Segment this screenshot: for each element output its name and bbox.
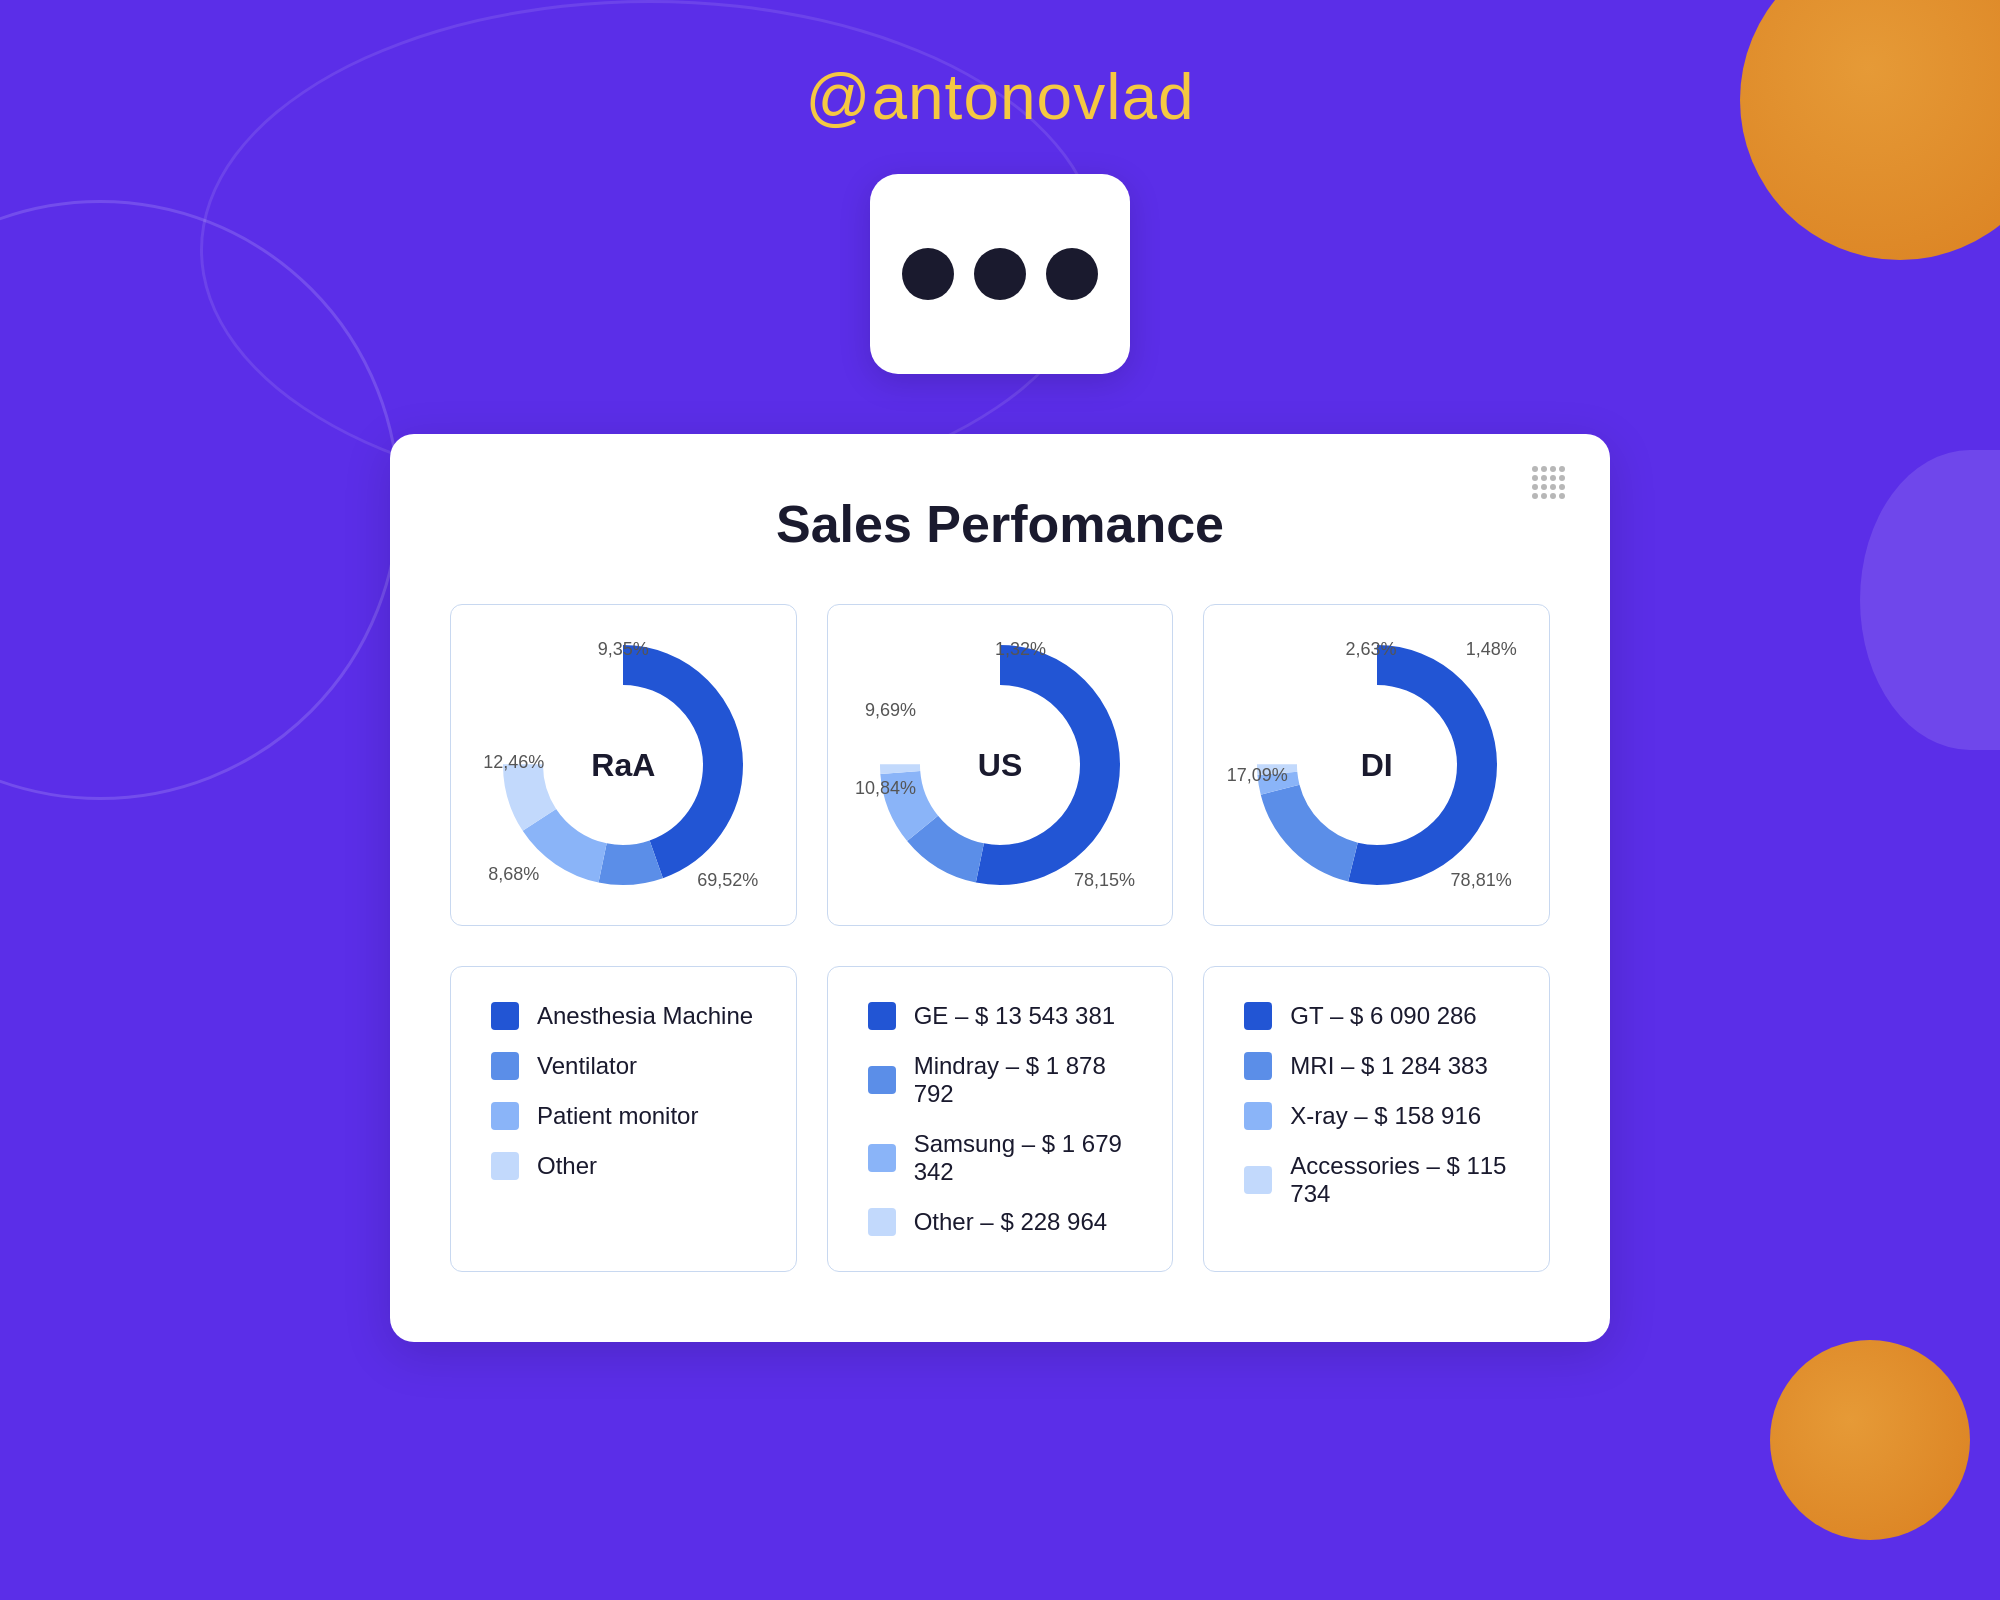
legend-item-ge: GE – $ 13 543 381 [868,1002,1133,1030]
chart-card-raa: 9,35% 12,46% 8,68% 69,52% [450,604,797,926]
legend-dot-samsung [868,1144,896,1172]
legend-item-xray: X-ray – $ 158 916 [1244,1102,1509,1130]
dot-3 [1046,248,1098,300]
header: @antonovlad [805,60,1194,134]
legend-label-gt: GT – $ 6 090 286 [1290,1002,1476,1030]
legend-card-us: GE – $ 13 543 381 Mindray – $ 1 878 792 … [827,966,1174,1272]
pct-us-bottom-right: 78,15% [1074,870,1135,891]
legend-item-gt: GT – $ 6 090 286 [1244,1002,1509,1030]
svg-point-10 [1550,484,1556,490]
donut-us: 1,32% 9,69% 10,84% 78,15% US [870,635,1130,895]
pct-us-mid-left: 10,84% [855,778,916,799]
pct-raa-left: 12,46% [483,752,544,773]
pct-di-mid-left: 17,09% [1227,765,1288,786]
pct-raa-top: 9,35% [598,639,649,660]
legend-label-anesthesia: Anesthesia Machine [537,1002,753,1030]
svg-point-14 [1550,493,1556,499]
legend-item-samsung: Samsung – $ 1 679 342 [868,1130,1133,1186]
pct-di-top-left: 2,63% [1345,639,1396,660]
logo-card [870,174,1130,374]
dot-1 [902,248,954,300]
legend-label-ge: GE – $ 13 543 381 [914,1002,1116,1030]
pct-us-top-right: 1,32% [995,639,1046,660]
svg-point-7 [1559,475,1565,481]
legend-dot-ge [868,1002,896,1030]
legend-dot-accessories [1244,1166,1272,1194]
donut-raa: 9,35% 12,46% 8,68% 69,52% [493,635,753,895]
pct-raa-bottom-right: 69,52% [697,870,758,891]
svg-point-5 [1541,475,1547,481]
dot-2 [974,248,1026,300]
svg-point-8 [1532,484,1538,490]
legend-dot-mindray [868,1066,896,1094]
svg-point-9 [1541,484,1547,490]
dots-container [902,248,1098,300]
svg-point-0 [1532,466,1538,472]
svg-point-6 [1550,475,1556,481]
legend-label-patient-monitor: Patient monitor [537,1102,698,1130]
donut-di: 2,63% 1,48% 17,09% 78,81% DI [1247,635,1507,895]
legend-label-accessories: Accessories – $ 115 734 [1290,1152,1509,1208]
legend-item-ventilator: Ventilator [491,1052,756,1080]
svg-point-11 [1559,484,1565,490]
legend-dot-other-raa [491,1152,519,1180]
legend-item-accessories: Accessories – $ 115 734 [1244,1152,1509,1208]
legend-card-raa: Anesthesia Machine Ventilator Patient mo… [450,966,797,1272]
legend-label-ventilator: Ventilator [537,1052,637,1080]
donut-label-di: DI [1361,747,1393,784]
donut-label-us: US [978,747,1022,784]
legend-dot-anesthesia [491,1002,519,1030]
legend-item-patient-monitor: Patient monitor [491,1102,756,1130]
legend-item-other-raa: Other [491,1152,756,1180]
legend-label-other-raa: Other [537,1152,597,1180]
legend-dot-patient-monitor [491,1102,519,1130]
svg-point-1 [1541,466,1547,472]
legend-card-di: GT – $ 6 090 286 MRI – $ 1 284 383 X-ray… [1203,966,1550,1272]
legend-label-samsung: Samsung – $ 1 679 342 [914,1130,1133,1186]
main-card: Sales Perfomance 9,35% 12,46% 8,68% 69,5… [390,434,1610,1342]
legend-label-mindray: Mindray – $ 1 878 792 [914,1052,1133,1108]
legend-label-mri: MRI – $ 1 284 383 [1290,1052,1487,1080]
deco-circle-top-right [1740,0,2000,260]
svg-point-3 [1559,466,1565,472]
svg-point-15 [1559,493,1565,499]
legend-dot-ventilator [491,1052,519,1080]
svg-point-13 [1541,493,1547,499]
chart-card-di: 2,63% 1,48% 17,09% 78,81% DI [1203,604,1550,926]
donut-label-raa: RaA [591,747,655,784]
pct-di-bottom-right: 78,81% [1451,870,1512,891]
legend-item-mindray: Mindray – $ 1 878 792 [868,1052,1133,1108]
deco-circle-bottom-right [1770,1340,1970,1540]
svg-point-12 [1532,493,1538,499]
pct-di-top-right: 1,48% [1466,639,1517,660]
username: @antonovlad [805,60,1194,134]
legends-row: Anesthesia Machine Ventilator Patient mo… [450,966,1550,1272]
legend-dot-mri [1244,1052,1272,1080]
legend-item-mri: MRI – $ 1 284 383 [1244,1052,1509,1080]
pct-raa-bottom-left: 8,68% [488,864,539,885]
legend-dot-other-us [868,1208,896,1236]
svg-point-2 [1550,466,1556,472]
legend-item-other-us: Other – $ 228 964 [868,1208,1133,1236]
pct-us-top-left: 9,69% [865,700,916,721]
legend-label-xray: X-ray – $ 158 916 [1290,1102,1481,1130]
legend-label-other-us: Other – $ 228 964 [914,1208,1107,1236]
legend-dot-gt [1244,1002,1272,1030]
charts-row: 9,35% 12,46% 8,68% 69,52% [450,604,1550,926]
legend-item-anesthesia: Anesthesia Machine [491,1002,756,1030]
legend-dot-xray [1244,1102,1272,1130]
chart-card-us: 1,32% 9,69% 10,84% 78,15% US [827,604,1174,926]
svg-point-4 [1532,475,1538,481]
deco-blob-right [1860,450,2000,750]
grid-icon [1530,464,1570,504]
page-title: Sales Perfomance [450,494,1550,554]
